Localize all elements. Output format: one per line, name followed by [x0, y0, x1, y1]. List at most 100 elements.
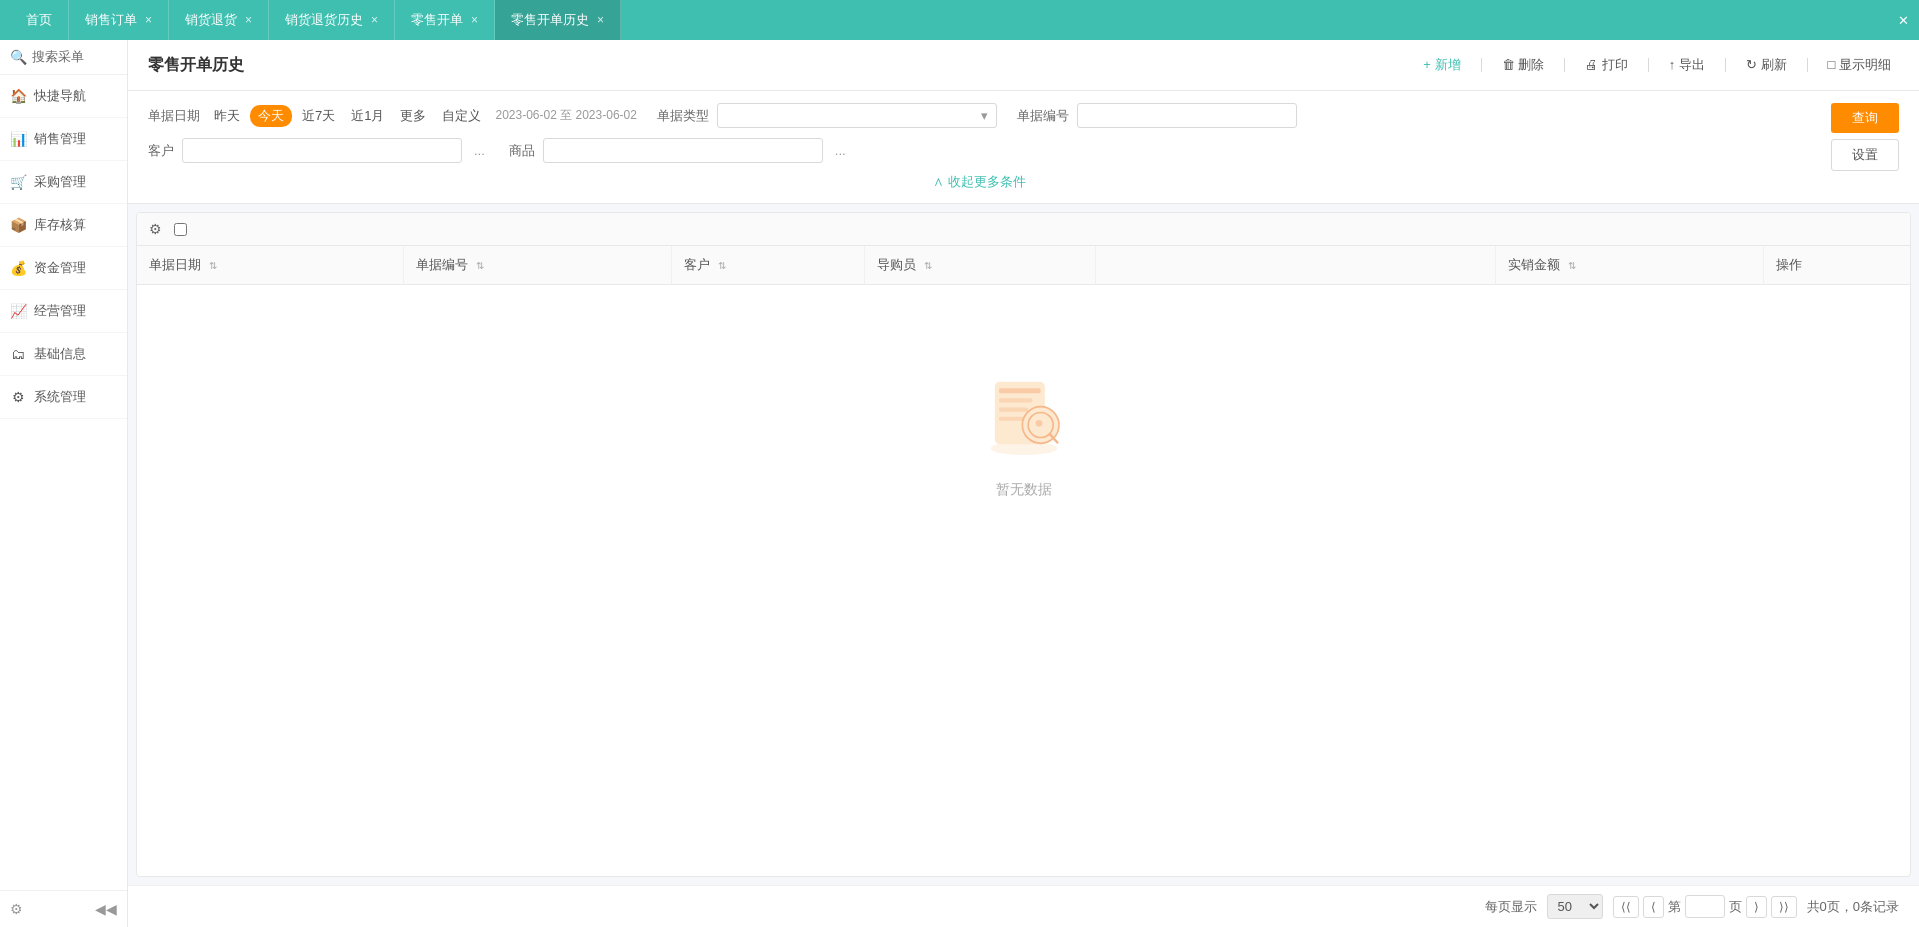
- tab-sales-return-history[interactable]: 销货退货历史 ×: [269, 0, 395, 40]
- col-number-sort-icon[interactable]: ⇅: [476, 260, 484, 271]
- customer-label: 客户: [148, 142, 174, 160]
- system-icon: ⚙: [10, 389, 26, 405]
- col-amount-sort-icon[interactable]: ⇅: [1568, 260, 1576, 271]
- goods-input[interactable]: [543, 138, 823, 163]
- col-salesperson-sort-icon[interactable]: ⇅: [924, 260, 932, 271]
- doc-number-input[interactable]: [1077, 103, 1297, 128]
- filter-settings-button[interactable]: 设置: [1831, 139, 1899, 171]
- print-button[interactable]: 🖨 打印: [1577, 52, 1636, 78]
- goods-label: 商品: [509, 142, 535, 160]
- prev-page-btn[interactable]: ⟨: [1643, 896, 1664, 918]
- date-opt-custom[interactable]: 自定义: [436, 105, 487, 127]
- sidebar-search-label: 搜索采单: [32, 48, 84, 66]
- table-settings-icon[interactable]: ⚙: [149, 221, 162, 237]
- main-layout: 🔍 搜索采单 🏠 快捷导航 📊 销售管理 🛒 采购管理 📦 库存核算 💰 资金管…: [0, 40, 1919, 927]
- col-salesperson[interactable]: 导购员 ⇅: [865, 246, 1096, 285]
- goods-more-icon[interactable]: ...: [831, 139, 850, 162]
- refresh-button[interactable]: ↻ 刷新: [1738, 52, 1795, 78]
- empty-state-illustration: [974, 365, 1074, 465]
- tab-sales-order[interactable]: 销售订单 ×: [69, 0, 169, 40]
- date-opt-yesterday[interactable]: 昨天: [208, 105, 246, 127]
- first-page-btn[interactable]: ⟨⟨: [1613, 896, 1639, 918]
- col-action: 操作: [1764, 246, 1910, 285]
- date-opt-today[interactable]: 今天: [250, 105, 292, 127]
- pagination: 每页显示 50 20 100 ⟨⟨ ⟨ 第 1 页 ⟩ ⟩⟩ 共0页，0条记录: [128, 885, 1919, 927]
- col-customer-sort-icon[interactable]: ⇅: [718, 260, 726, 271]
- sidebar-item-operations-label: 经营管理: [34, 302, 86, 320]
- page-header: 零售开单历史 + 新增 🗑 删除 🖨 打印 ↑ 导出 ↻ 刷新 □ 显示明细: [128, 40, 1919, 91]
- toolbar-divider-3: [1648, 58, 1649, 72]
- tab-retail-order[interactable]: 零售开单 ×: [395, 0, 495, 40]
- sidebar-item-inventory[interactable]: 📦 库存核算: [0, 204, 127, 247]
- svg-rect-2: [999, 388, 1041, 393]
- toolbar-divider-2: [1564, 58, 1565, 72]
- doc-type-arrow-icon: ▾: [981, 108, 988, 123]
- date-opt-1month[interactable]: 近1月: [345, 105, 390, 127]
- tab-home[interactable]: 首页: [10, 0, 69, 40]
- sales-icon: 📊: [10, 131, 26, 147]
- filter-customer-group: 客户 ...: [148, 138, 489, 163]
- table-toolbar: ⚙: [137, 213, 1910, 246]
- tab-sales-return-history-label: 销货退货历史: [285, 11, 363, 29]
- sidebar-item-base-info-label: 基础信息: [34, 345, 86, 363]
- page-word-before: 第: [1668, 898, 1681, 916]
- select-all-checkbox[interactable]: [174, 223, 187, 236]
- filter-date-options: 昨天 今天 近7天 近1月 更多 自定义: [208, 105, 487, 127]
- date-opt-7days[interactable]: 近7天: [296, 105, 341, 127]
- customer-input[interactable]: [182, 138, 462, 163]
- tab-retail-order-close[interactable]: ×: [471, 13, 478, 27]
- display-detail-button[interactable]: □ 显示明细: [1820, 52, 1899, 78]
- inventory-icon: 📦: [10, 217, 26, 233]
- export-button[interactable]: ↑ 导出: [1661, 52, 1713, 78]
- sidebar-item-quick-nav[interactable]: 🏠 快捷导航: [0, 75, 127, 118]
- empty-text: 暂无数据: [996, 481, 1052, 499]
- sidebar-item-system[interactable]: ⚙ 系统管理: [0, 376, 127, 419]
- date-opt-more[interactable]: 更多: [394, 105, 432, 127]
- col-amount[interactable]: 实销金额 ⇅: [1495, 246, 1763, 285]
- col-date-sort-icon[interactable]: ⇅: [209, 260, 217, 271]
- tab-sales-return-close[interactable]: ×: [245, 13, 252, 27]
- sidebar-item-base-info[interactable]: 🗂 基础信息: [0, 333, 127, 376]
- customer-more-icon[interactable]: ...: [470, 139, 489, 162]
- top-nav-right: ✕: [1898, 13, 1909, 28]
- top-nav-bar: 首页 销售订单 × 销货退货 × 销货退货历史 × 零售开单 × 零售开单历史 …: [0, 0, 1919, 40]
- col-number[interactable]: 单据编号 ⇅: [404, 246, 672, 285]
- page-number-input[interactable]: 1: [1685, 895, 1725, 918]
- sidebar-item-sales[interactable]: 📊 销售管理: [0, 118, 127, 161]
- sidebar-search[interactable]: 🔍 搜索采单: [0, 40, 127, 75]
- col-date-label: 单据日期: [149, 257, 201, 272]
- tab-retail-history[interactable]: 零售开单历史 ×: [495, 0, 621, 40]
- filter-actions: 查询 设置: [1831, 103, 1899, 171]
- table-container: ⚙ 单据日期 ⇅ 单据编号 ⇅ 客户: [136, 212, 1911, 877]
- sidebar-bottom: ⚙ ◀◀: [0, 890, 127, 927]
- sidebar-item-finance[interactable]: 💰 资金管理: [0, 247, 127, 290]
- operations-icon: 📈: [10, 303, 26, 319]
- sidebar-item-purchase[interactable]: 🛒 采购管理: [0, 161, 127, 204]
- sidebar: 🔍 搜索采单 🏠 快捷导航 📊 销售管理 🛒 采购管理 📦 库存核算 💰 资金管…: [0, 40, 128, 927]
- tab-sales-return-history-close[interactable]: ×: [371, 13, 378, 27]
- collapse-sidebar-icon[interactable]: ◀◀: [95, 901, 117, 917]
- finance-icon: 💰: [10, 260, 26, 276]
- filter-row-1: 单据日期 昨天 今天 近7天 近1月 更多 自定义 2023-06-02 至 2…: [148, 103, 1811, 128]
- doc-number-label: 单据编号: [1017, 107, 1069, 125]
- doc-type-select[interactable]: ▾: [717, 103, 997, 128]
- delete-button[interactable]: 🗑 删除: [1494, 52, 1553, 78]
- nav-close-btn[interactable]: ✕: [1898, 13, 1909, 28]
- last-page-btn[interactable]: ⟩⟩: [1771, 896, 1797, 918]
- query-button[interactable]: 查询: [1831, 103, 1899, 133]
- svg-rect-4: [999, 408, 1028, 412]
- sidebar-item-operations[interactable]: 📈 经营管理: [0, 290, 127, 333]
- col-date[interactable]: 单据日期 ⇅: [137, 246, 404, 285]
- col-customer[interactable]: 客户 ⇅: [672, 246, 865, 285]
- filter-area: 单据日期 昨天 今天 近7天 近1月 更多 自定义 2023-06-02 至 2…: [128, 91, 1919, 204]
- tab-retail-history-close[interactable]: ×: [597, 13, 604, 27]
- add-button[interactable]: + 新增: [1415, 52, 1468, 78]
- col-salesperson-label: 导购员: [877, 257, 916, 272]
- tab-sales-order-close[interactable]: ×: [145, 13, 152, 27]
- next-page-btn[interactable]: ⟩: [1746, 896, 1767, 918]
- settings-bottom-icon[interactable]: ⚙: [10, 901, 23, 917]
- collapse-filter-button[interactable]: ∧ 收起更多条件: [148, 173, 1811, 191]
- page-size-select[interactable]: 50 20 100: [1547, 894, 1603, 919]
- tab-sales-return[interactable]: 销货退货 ×: [169, 0, 269, 40]
- purchase-icon: 🛒: [10, 174, 26, 190]
